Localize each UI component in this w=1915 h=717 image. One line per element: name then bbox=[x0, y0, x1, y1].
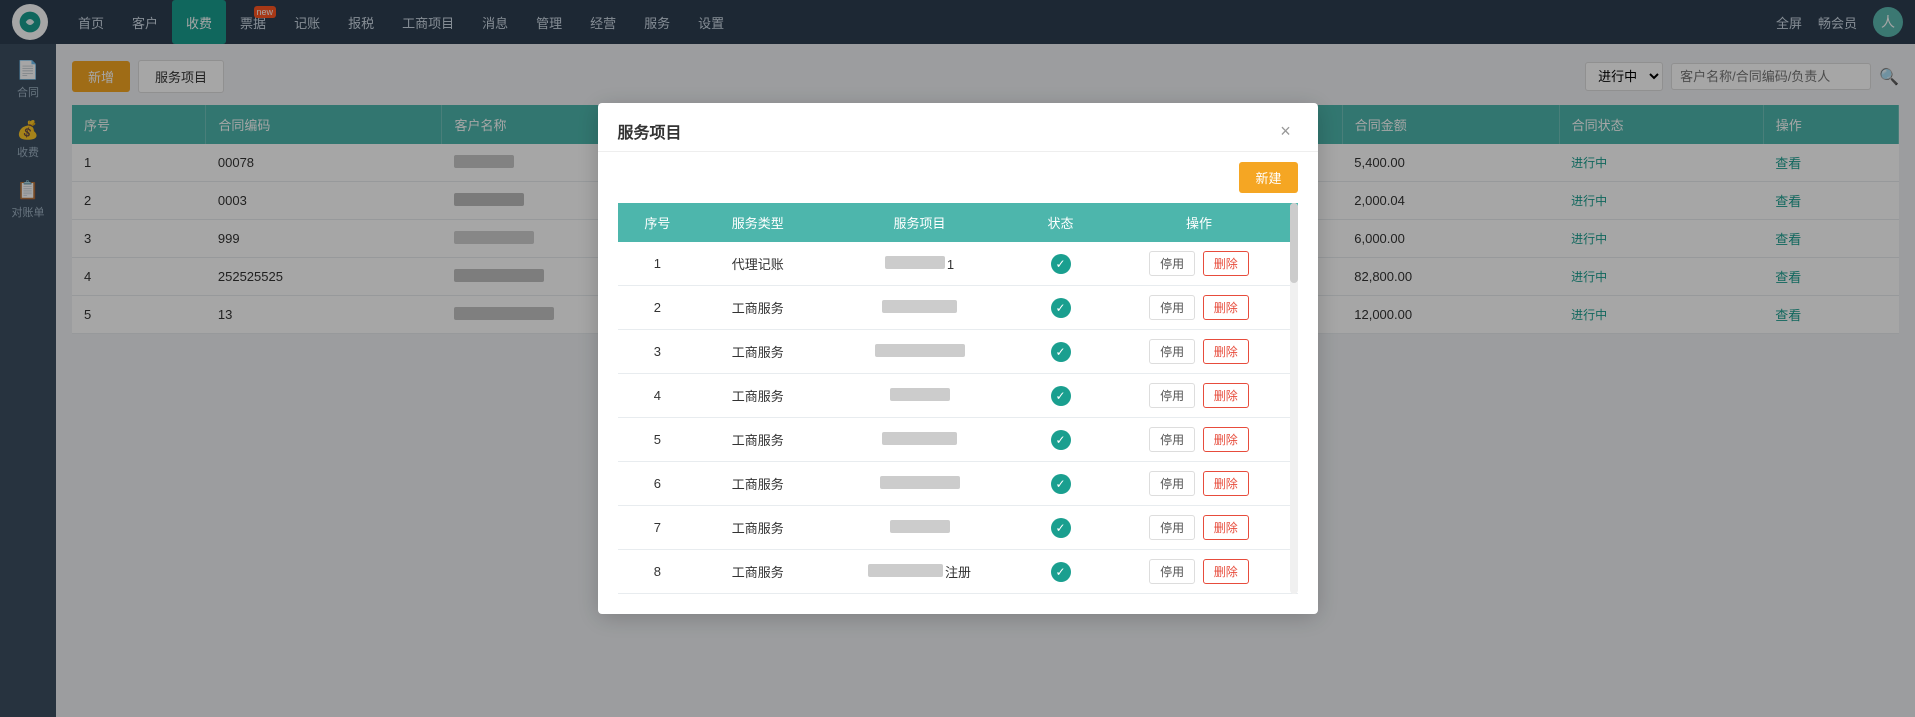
modal-close-button[interactable]: × bbox=[1274, 119, 1298, 143]
inner-col-type: 服务类型 bbox=[697, 203, 818, 242]
delete-button[interactable]: 删除 bbox=[1203, 559, 1249, 584]
status-circle-icon: ✓ bbox=[1051, 518, 1071, 538]
status-circle-icon: ✓ bbox=[1051, 474, 1071, 494]
inner-cell-status: ✓ bbox=[1021, 550, 1101, 594]
inner-cell-item: 1 bbox=[818, 242, 1020, 286]
inner-cell-status: ✓ bbox=[1021, 330, 1101, 374]
inner-col-item: 服务项目 bbox=[818, 203, 1020, 242]
inner-cell-action: 停用 删除 bbox=[1100, 330, 1297, 374]
delete-button[interactable]: 删除 bbox=[1203, 339, 1249, 364]
modal-overlay: 服务项目 × 新建 序号 服务类型 服务项目 状态 操作 bbox=[0, 0, 1915, 717]
list-item: 1 代理记账 1 ✓ 停用 删除 bbox=[618, 242, 1298, 286]
inner-cell-seq: 6 bbox=[618, 462, 698, 506]
modal-title: 服务项目 bbox=[618, 119, 682, 143]
inner-cell-action: 停用 删除 bbox=[1100, 462, 1297, 506]
stop-button[interactable]: 停用 bbox=[1149, 427, 1195, 452]
status-circle-icon: ✓ bbox=[1051, 562, 1071, 582]
modal-new-button[interactable]: 新建 bbox=[1239, 162, 1297, 193]
inner-cell-status: ✓ bbox=[1021, 462, 1101, 506]
inner-cell-action: 停用 删除 bbox=[1100, 550, 1297, 594]
list-item: 2 工商服务 ✓ 停用 删除 bbox=[618, 286, 1298, 330]
delete-button[interactable]: 删除 bbox=[1203, 383, 1249, 408]
status-circle-icon: ✓ bbox=[1051, 430, 1071, 450]
stop-button[interactable]: 停用 bbox=[1149, 383, 1195, 408]
inner-cell-seq: 7 bbox=[618, 506, 698, 550]
inner-cell-seq: 8 bbox=[618, 550, 698, 594]
stop-button[interactable]: 停用 bbox=[1149, 295, 1195, 320]
inner-cell-type: 工商服务 bbox=[697, 550, 818, 594]
inner-cell-status: ✓ bbox=[1021, 506, 1101, 550]
inner-cell-action: 停用 删除 bbox=[1100, 374, 1297, 418]
list-item: 7 工商服务 ✓ 停用 删除 bbox=[618, 506, 1298, 550]
stop-button[interactable]: 停用 bbox=[1149, 515, 1195, 540]
list-item: 5 工商服务 ✓ 停用 删除 bbox=[618, 418, 1298, 462]
inner-cell-seq: 3 bbox=[618, 330, 698, 374]
inner-cell-item bbox=[818, 374, 1020, 418]
inner-cell-item bbox=[818, 462, 1020, 506]
inner-cell-seq: 5 bbox=[618, 418, 698, 462]
inner-col-status: 状态 bbox=[1021, 203, 1101, 242]
inner-cell-item bbox=[818, 330, 1020, 374]
delete-button[interactable]: 删除 bbox=[1203, 251, 1249, 276]
delete-button[interactable]: 删除 bbox=[1203, 295, 1249, 320]
modal-toolbar: 新建 bbox=[598, 152, 1318, 203]
scrollbar-track bbox=[1290, 203, 1298, 594]
inner-cell-action: 停用 删除 bbox=[1100, 506, 1297, 550]
inner-cell-action: 停用 删除 bbox=[1100, 242, 1297, 286]
inner-cell-status: ✓ bbox=[1021, 242, 1101, 286]
status-circle-icon: ✓ bbox=[1051, 298, 1071, 318]
inner-cell-type: 工商服务 bbox=[697, 374, 818, 418]
list-item: 3 工商服务 ✓ 停用 删除 bbox=[618, 330, 1298, 374]
service-modal: 服务项目 × 新建 序号 服务类型 服务项目 状态 操作 bbox=[598, 103, 1318, 614]
inner-cell-type: 工商服务 bbox=[697, 330, 818, 374]
status-circle-icon: ✓ bbox=[1051, 254, 1071, 274]
list-item: 4 工商服务 ✓ 停用 删除 bbox=[618, 374, 1298, 418]
modal-header: 服务项目 × bbox=[598, 103, 1318, 152]
stop-button[interactable]: 停用 bbox=[1149, 471, 1195, 496]
inner-cell-item bbox=[818, 418, 1020, 462]
inner-cell-seq: 2 bbox=[618, 286, 698, 330]
service-items-table: 序号 服务类型 服务项目 状态 操作 1 代理记账 1 ✓ 停用 删除 2 bbox=[618, 203, 1298, 594]
inner-cell-item bbox=[818, 286, 1020, 330]
status-circle-icon: ✓ bbox=[1051, 386, 1071, 406]
inner-cell-item bbox=[818, 506, 1020, 550]
inner-cell-action: 停用 删除 bbox=[1100, 418, 1297, 462]
stop-button[interactable]: 停用 bbox=[1149, 251, 1195, 276]
delete-button[interactable]: 删除 bbox=[1203, 515, 1249, 540]
scrollbar-thumb[interactable] bbox=[1290, 203, 1298, 283]
inner-cell-seq: 1 bbox=[618, 242, 698, 286]
inner-cell-type: 工商服务 bbox=[697, 286, 818, 330]
inner-cell-status: ✓ bbox=[1021, 374, 1101, 418]
inner-cell-action: 停用 删除 bbox=[1100, 286, 1297, 330]
status-circle-icon: ✓ bbox=[1051, 342, 1071, 362]
list-item: 8 工商服务 注册 ✓ 停用 删除 bbox=[618, 550, 1298, 594]
stop-button[interactable]: 停用 bbox=[1149, 339, 1195, 364]
inner-cell-status: ✓ bbox=[1021, 286, 1101, 330]
inner-cell-seq: 4 bbox=[618, 374, 698, 418]
delete-button[interactable]: 删除 bbox=[1203, 427, 1249, 452]
stop-button[interactable]: 停用 bbox=[1149, 559, 1195, 584]
inner-cell-type: 工商服务 bbox=[697, 418, 818, 462]
modal-body: 序号 服务类型 服务项目 状态 操作 1 代理记账 1 ✓ 停用 删除 2 bbox=[598, 203, 1318, 614]
inner-cell-type: 工商服务 bbox=[697, 462, 818, 506]
inner-col-action: 操作 bbox=[1100, 203, 1297, 242]
delete-button[interactable]: 删除 bbox=[1203, 471, 1249, 496]
list-item: 6 工商服务 ✓ 停用 删除 bbox=[618, 462, 1298, 506]
inner-cell-type: 代理记账 bbox=[697, 242, 818, 286]
inner-col-seq: 序号 bbox=[618, 203, 698, 242]
inner-cell-type: 工商服务 bbox=[697, 506, 818, 550]
inner-cell-item: 注册 bbox=[818, 550, 1020, 594]
inner-cell-status: ✓ bbox=[1021, 418, 1101, 462]
